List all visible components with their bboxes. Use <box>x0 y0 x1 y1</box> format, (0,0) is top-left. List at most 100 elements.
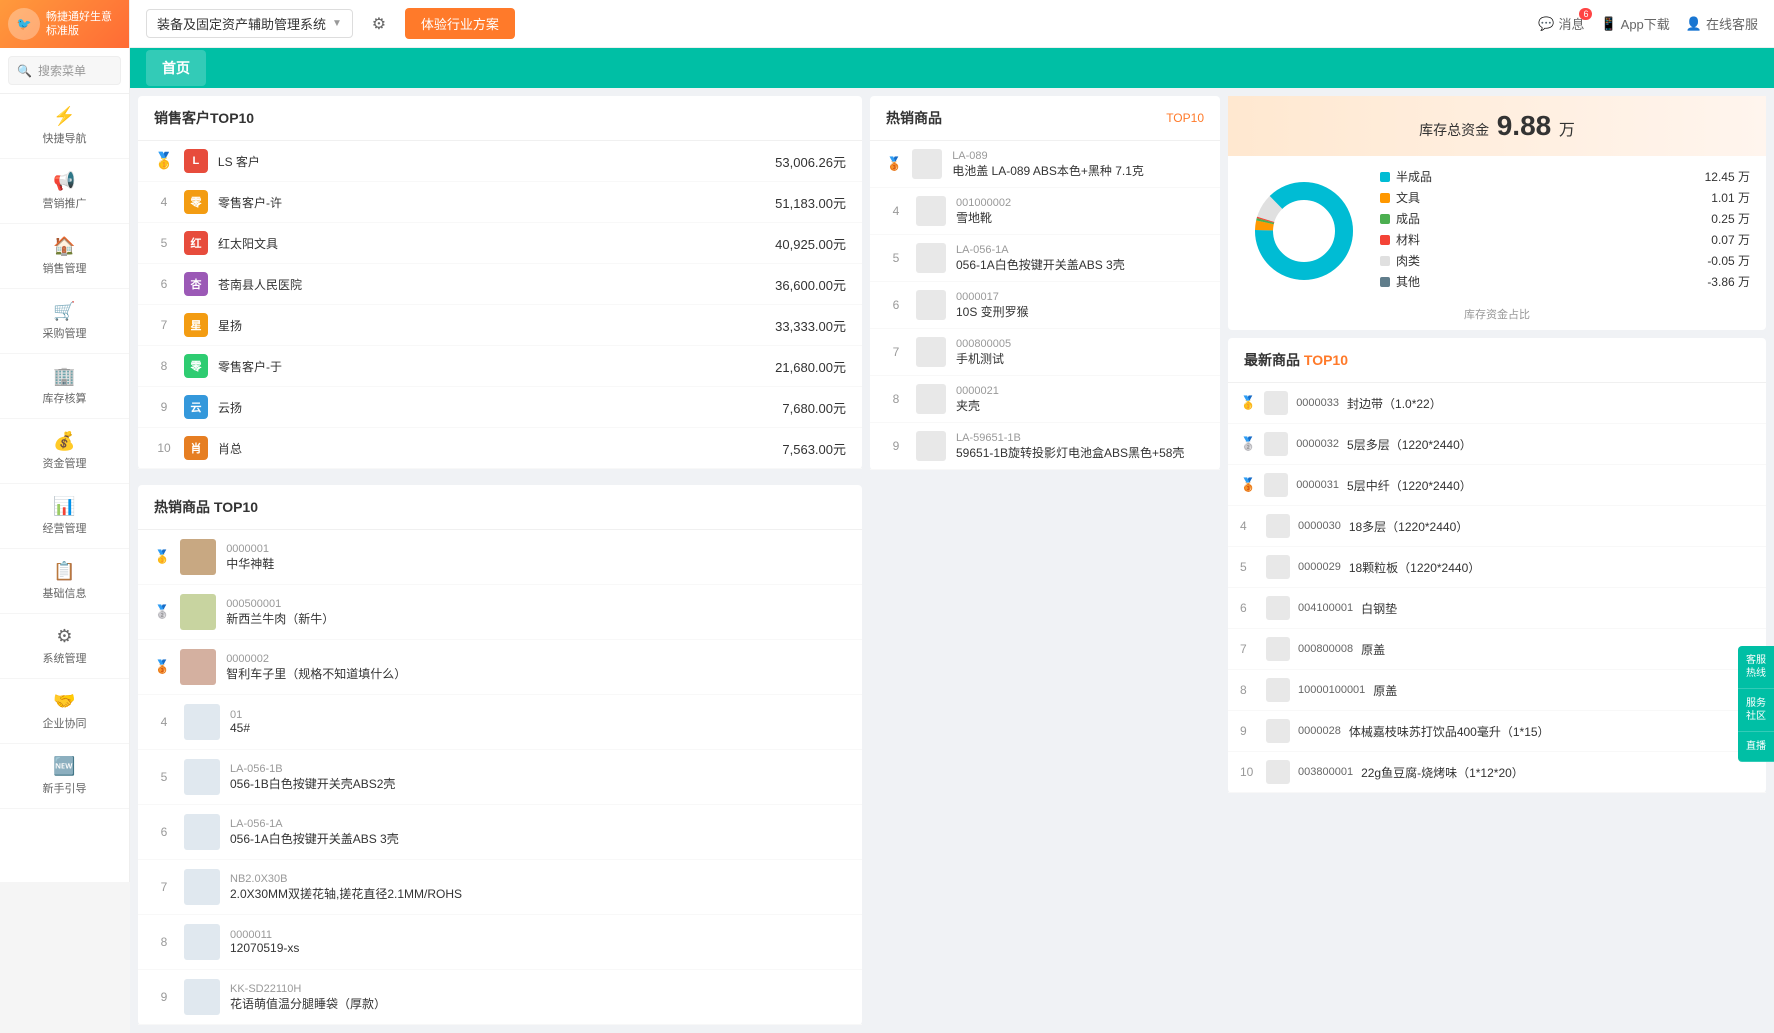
product-image <box>1266 514 1290 538</box>
system-selector[interactable]: 装备及固定资产辅助管理系统 ▼ <box>146 9 353 38</box>
legend-label: 材料 <box>1396 231 1705 248</box>
rank-num: 9 <box>154 400 174 414</box>
stock-legend: 半成品 12.45 万 文具 1.01 万 成品 0.25 万 <box>1380 168 1750 294</box>
customer-item: 10 肖 肖总 7,563.00元 <box>138 428 862 469</box>
stock-ratio-label: 库存资金占比 <box>1228 306 1766 330</box>
product-image <box>1264 473 1288 497</box>
legend-label: 肉类 <box>1396 252 1701 269</box>
product-name: 手机测试 <box>956 350 1204 367</box>
app-label: App下载 <box>1621 14 1670 33</box>
settings-button[interactable]: ⚙ <box>365 10 393 38</box>
search-menu-label: 搜索菜单 <box>38 62 86 79</box>
legend-value: 1.01 万 <box>1711 189 1750 206</box>
product-code: 0000032 <box>1296 438 1339 450</box>
product-name: 新西兰牛肉（新牛） <box>226 610 334 627</box>
search-menu-button[interactable]: 🔍 搜索菜单 <box>8 56 121 85</box>
hot-product-item: 8 0000011 12070519-xs <box>138 915 862 970</box>
sidebar-item-system[interactable]: ⚙ 系统管理 <box>0 614 129 679</box>
product-info: LA-089 电池盖 LA-089 ABS本色+黑种 7.1克 <box>952 150 1204 179</box>
live-stream-button[interactable]: 直播 <box>1738 732 1774 762</box>
sidebar-item-purchase[interactable]: 🛒 采购管理 <box>0 289 129 354</box>
legend-label: 文具 <box>1396 189 1705 206</box>
message-button[interactable]: 💬 消息 6 <box>1538 14 1584 33</box>
product-name: 智利车子里（规格不知道填什么） <box>226 665 406 682</box>
service-community-button[interactable]: 服务社区 <box>1738 689 1774 732</box>
product-name: 花语萌值温分腿睡袋（厚款） <box>230 995 386 1012</box>
product-name: 10S 变刑罗猴 <box>956 303 1204 320</box>
hot-product-item: 6 LA-056-1A 056-1A白色按键开关盖ABS 3壳 <box>138 805 862 860</box>
sidebar-item-guide[interactable]: 🆕 新手引导 <box>0 744 129 809</box>
nav-home[interactable]: 首页 <box>146 50 206 86</box>
product-info: LA-056-1B 056-1B白色按键开关壳ABS2壳 <box>230 763 395 792</box>
hot-product-item: 5 LA-056-1B 056-1B白色按键开关壳ABS2壳 <box>138 750 862 805</box>
sidebar-item-finance[interactable]: 💰 资金管理 <box>0 419 129 484</box>
content-area: 销售客户TOP10 🥇 L LS 客户 53,006.26元 4 零 <box>130 88 1774 1033</box>
rank-num: 6 <box>154 277 174 291</box>
legend-dot <box>1380 256 1390 266</box>
product-image <box>916 290 946 320</box>
product-code: LA-056-1A <box>230 818 399 830</box>
hot-products-header: 热销商品 TOP10 <box>138 485 862 530</box>
sidebar-item-operation[interactable]: 📊 经营管理 <box>0 484 129 549</box>
customer-item: 5 红 红太阳文具 40,925.00元 <box>138 223 862 264</box>
product-info: NB2.0X30B 2.0X30MM双搓花轴,搓花直径2.1MM/ROHS <box>230 873 462 902</box>
hot-products-right-panel: 热销商品 TOP10 🥉 LA-089 电池盖 LA-089 ABS本色+黑种 … <box>870 96 1220 470</box>
product-code: 003800001 <box>1298 766 1353 778</box>
sidebar-item-sales[interactable]: 🏠 销售管理 <box>0 224 129 289</box>
latest-products-title: 最新商品 TOP10 <box>1244 350 1348 370</box>
product-image <box>184 979 220 1015</box>
product-info: 0000011 12070519-xs <box>230 929 299 955</box>
product-item: 9 LA-59651-1B 59651-1B旋转投影灯电池盒ABS黑色+58壳 <box>870 423 1220 470</box>
trial-button[interactable]: 体验行业方案 <box>405 8 515 39</box>
mid-panels: 热销商品 TOP10 🥉 LA-089 电池盖 LA-089 ABS本色+黑种 … <box>870 88 1220 1033</box>
right-panels: 库存总资金 9.88 万 <box>1220 88 1774 1033</box>
sidebar-item-company[interactable]: 🤝 企业协同 <box>0 679 129 744</box>
header-right: 💬 消息 6 📱 App下载 👤 在线客服 <box>1538 14 1758 33</box>
hot-product-item: 🥉 0000002 智利车子里（规格不知道填什么） <box>138 640 862 695</box>
product-code: LA-59651-1B <box>956 432 1204 444</box>
customer-service-button[interactable]: 客服热线 <box>1738 646 1774 689</box>
customer-item: 4 零 零售客户-许 51,183.00元 <box>138 182 862 223</box>
rank-num: 4 <box>154 715 174 729</box>
hot-product-item: 🥈 000500001 新西兰牛肉（新牛） <box>138 585 862 640</box>
sidebar-item-quick[interactable]: ⚡ 快捷导航 <box>0 94 129 159</box>
company-icon: 🤝 <box>53 691 75 712</box>
legend-value: 0.25 万 <box>1711 210 1750 227</box>
phone-icon: 📱 <box>1600 16 1616 32</box>
sidebar-item-stock[interactable]: 🏢 库存核算 <box>0 354 129 419</box>
latest-product-item: 🥉 0000031 5层中纤（1220*2440） <box>1228 465 1766 506</box>
sidebar-item-marketing[interactable]: 📢 营销推广 <box>0 159 129 224</box>
latest-product-item: 7 000800008 原盖 <box>1228 629 1766 670</box>
product-code: 0000033 <box>1296 397 1339 409</box>
service-label: 在线客服 <box>1706 14 1758 33</box>
product-image <box>1266 596 1290 620</box>
product-info: 000800005 手机测试 <box>956 338 1204 367</box>
medal-icon: 🥇 <box>154 151 174 171</box>
rank-num: 5 <box>886 251 906 265</box>
app-download-button[interactable]: 📱 App下载 <box>1600 14 1669 33</box>
rank-num: 9 <box>1240 724 1258 738</box>
rank-num: 4 <box>886 204 906 218</box>
avatar: 云 <box>184 395 208 419</box>
search-menu-area[interactable]: 🔍 搜索菜单 <box>0 48 129 94</box>
product-code: 0000011 <box>230 929 299 941</box>
product-image <box>1266 719 1290 743</box>
latest-products-header: 最新商品 TOP10 <box>1228 338 1766 383</box>
quick-icon: ⚡ <box>53 106 75 127</box>
customer-name: 苍南县人民医院 <box>218 276 765 293</box>
product-name: 12070519-xs <box>230 941 299 955</box>
product-name: 18多层（1220*2440） <box>1349 518 1754 535</box>
service-button[interactable]: 👤 在线客服 <box>1686 14 1758 33</box>
sidebar-item-basic[interactable]: 📋 基础信息 <box>0 549 129 614</box>
rank-num: 9 <box>886 439 906 453</box>
product-info: LA-59651-1B 59651-1B旋转投影灯电池盒ABS黑色+58壳 <box>956 432 1204 461</box>
product-name: 5层多层（1220*2440） <box>1347 436 1754 453</box>
product-code: 0000002 <box>226 653 406 665</box>
chevron-down-icon: ▼ <box>332 18 342 29</box>
latest-product-item: 9 0000028 体械嘉枝味苏打饮品400毫升（1*15） <box>1228 711 1766 752</box>
rank-num: 6 <box>1240 601 1258 615</box>
stock-chart-area: 半成品 12.45 万 文具 1.01 万 成品 0.25 万 <box>1228 156 1766 306</box>
product-name: 5层中纤（1220*2440） <box>1347 477 1754 494</box>
legend-value: -3.86 万 <box>1707 273 1750 290</box>
product-name: 22g鱼豆腐-烧烤味（1*12*20） <box>1361 764 1754 781</box>
